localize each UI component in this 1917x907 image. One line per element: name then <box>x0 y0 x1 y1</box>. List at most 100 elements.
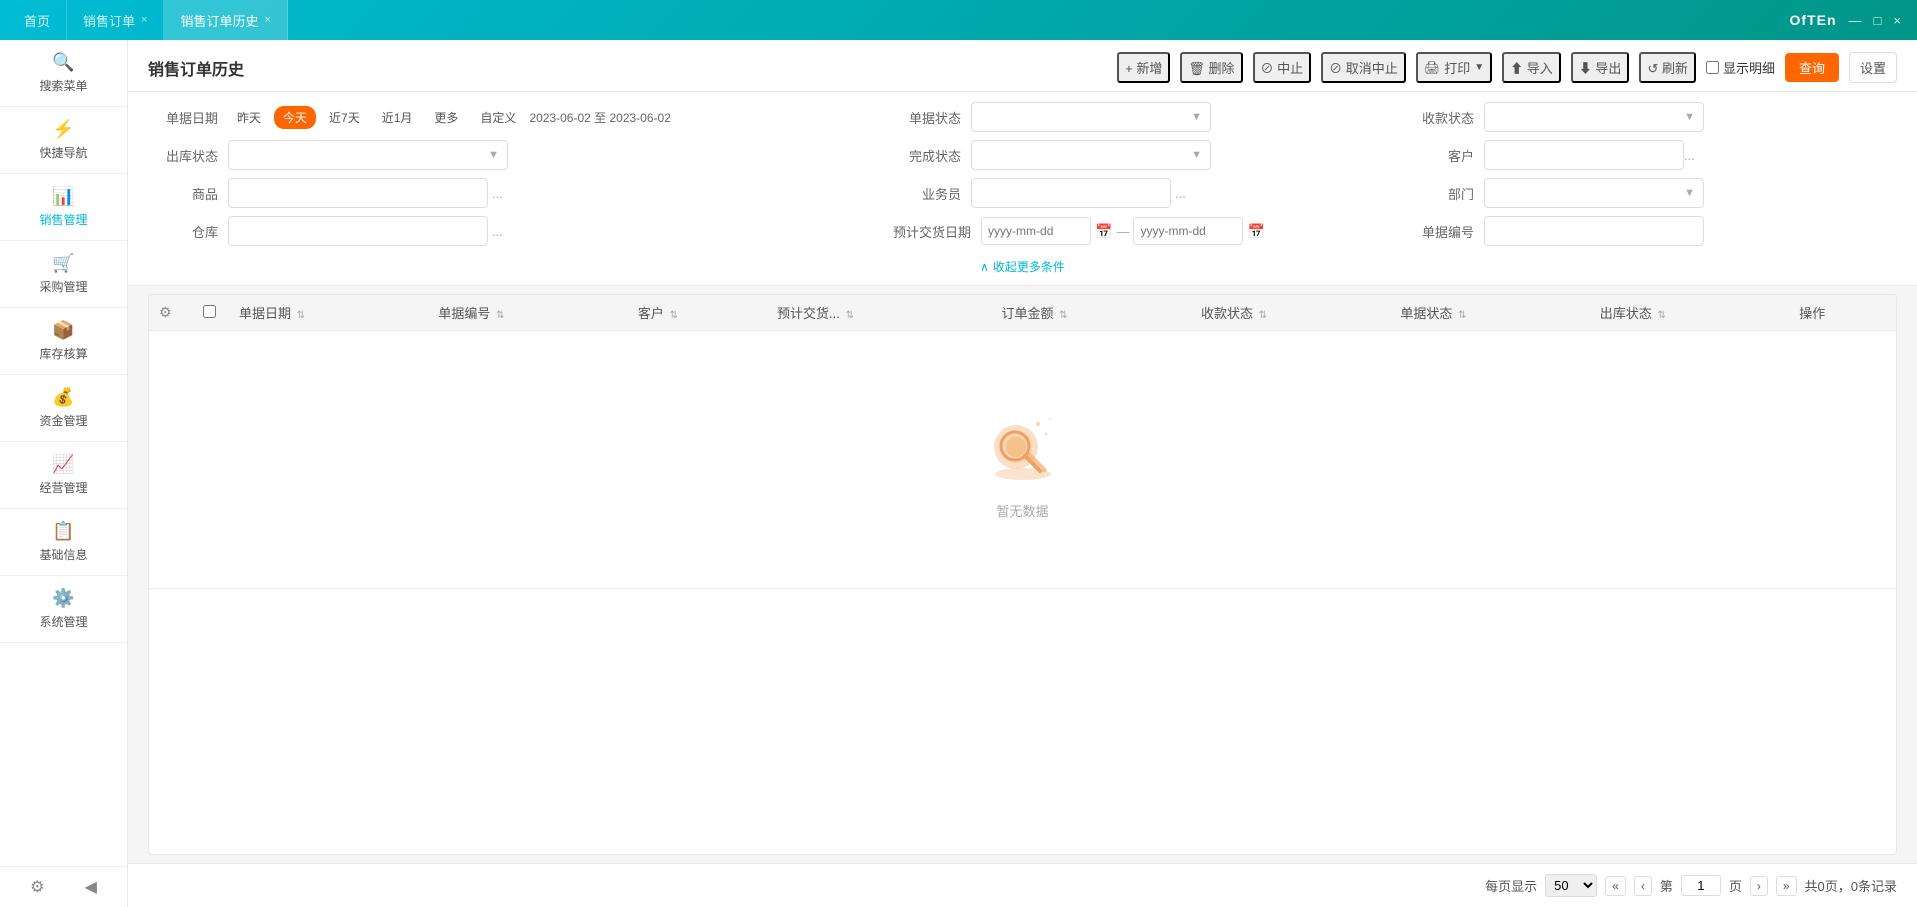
finance-icon: 💰 <box>52 387 74 408</box>
window-controls: OfTEn — □ × <box>1790 12 1909 28</box>
outbound-arrow: ▼ <box>488 149 499 161</box>
date-btn-today[interactable]: 今天 <box>274 106 316 129</box>
sidebar-label-operations: 经营管理 <box>39 479 87 496</box>
table-col-date: 单据日期 ⇅ <box>229 295 428 331</box>
product-dots[interactable]: ... <box>492 186 503 201</box>
delete-button[interactable]: 🗑 删除 <box>1180 52 1242 83</box>
collapse-up-icon: ∧ <box>980 260 989 274</box>
refresh-button[interactable]: ↺ 刷新 <box>1639 52 1696 83</box>
date-btn-yesterday[interactable]: 昨天 <box>228 106 270 129</box>
delivery-date-picker: 📅 — 📅 <box>981 217 1265 245</box>
next-page-btn[interactable]: › <box>1750 876 1768 896</box>
department-select[interactable]: ▼ <box>1484 178 1704 208</box>
warehouse-dots[interactable]: ... <box>492 224 503 239</box>
customer-input[interactable] <box>1484 140 1684 170</box>
stop-button[interactable]: ⊘ 中止 <box>1253 52 1312 83</box>
query-button[interactable]: 查询 <box>1785 53 1839 82</box>
sort-date-icon[interactable]: ⇅ <box>297 310 305 321</box>
filter-cell-payment-status: 收款状态 ▼ <box>1384 102 1897 132</box>
prev-page-btn[interactable]: ‹ <box>1634 876 1652 896</box>
sort-payment-icon[interactable]: ⇅ <box>1259 310 1267 321</box>
export-button[interactable]: ⬇ 导出 <box>1571 52 1630 83</box>
sidebar-item-operations[interactable]: 📈 经营管理 <box>0 442 127 509</box>
bill-number-label: 单据编号 <box>1404 222 1484 241</box>
calendar-to-icon[interactable]: 📅 <box>1247 223 1264 240</box>
tab-home[interactable]: 首页 <box>8 0 67 40</box>
salesperson-input[interactable] <box>971 178 1171 208</box>
sidebar-item-quick-nav[interactable]: ⚡ 快捷导航 <box>0 107 127 174</box>
page-number-input[interactable] <box>1681 875 1721 896</box>
sidebar-item-purchase-mgmt[interactable]: 🛒 采购管理 <box>0 241 127 308</box>
table-area: ⚙ 单据日期 ⇅ 单据编号 ⇅ <box>148 294 1897 855</box>
payment-status-select[interactable]: ▼ <box>1484 102 1704 132</box>
customer-dots[interactable]: ... <box>1684 148 1695 163</box>
collapse-bar[interactable]: ∧ 收起更多条件 <box>148 254 1897 275</box>
sidebar-bottom: ⚙ ◀ <box>0 866 127 907</box>
sort-delivery-icon[interactable]: ⇅ <box>845 310 853 321</box>
minimize-btn[interactable]: — <box>1849 13 1862 28</box>
calendar-from-icon[interactable]: 📅 <box>1095 223 1112 240</box>
tab-close-sales-history[interactable]: × <box>264 14 270 26</box>
filter-cell-salesperson: 业务员 ... <box>871 178 1384 208</box>
bill-number-input[interactable] <box>1484 216 1704 246</box>
sidebar-item-finance[interactable]: 💰 资金管理 <box>0 375 127 442</box>
filter-cell-delivery-date: 预计交货日期 📅 — 📅 <box>871 217 1384 245</box>
filter-cell-warehouse: 仓库 ... <box>148 216 871 246</box>
maximize-btn[interactable]: □ <box>1874 13 1882 28</box>
inventory-icon: 📦 <box>52 320 74 341</box>
sidebar-item-system[interactable]: ⚙️ 系统管理 <box>0 576 127 643</box>
date-btn-custom[interactable]: 自定义 <box>471 106 525 129</box>
basic-info-icon: 📋 <box>52 521 74 542</box>
salesperson-dots[interactable]: ... <box>1175 186 1186 201</box>
empty-state: 暂无数据 <box>159 339 1886 580</box>
table-col-customer: 客户 ⇅ <box>628 295 767 331</box>
show-detail-checkbox[interactable] <box>1706 61 1719 74</box>
table-settings-icon[interactable]: ⚙ <box>159 304 172 320</box>
sidebar-item-basic-info[interactable]: 📋 基础信息 <box>0 509 127 576</box>
sort-outbound-icon[interactable]: ⇅ <box>1657 310 1665 321</box>
warehouse-input[interactable] <box>228 216 488 246</box>
sort-bill-icon[interactable]: ⇅ <box>1458 310 1466 321</box>
select-all-checkbox[interactable] <box>203 305 216 318</box>
tab-sales-history[interactable]: 销售订单历史 × <box>164 0 287 40</box>
show-detail-label[interactable]: 显示明细 <box>1706 58 1775 77</box>
customer-label: 客户 <box>1404 146 1484 165</box>
delivery-date-from-input[interactable] <box>981 217 1091 245</box>
sidebar-item-sales-mgmt[interactable]: 📊 销售管理 <box>0 174 127 241</box>
table-col-settings: ⚙ <box>149 295 193 331</box>
product-input[interactable] <box>228 178 488 208</box>
close-btn[interactable]: × <box>1893 13 1901 28</box>
sort-amount-icon[interactable]: ⇅ <box>1059 310 1067 321</box>
warehouse-label: 仓库 <box>148 222 228 241</box>
last-page-btn[interactable]: » <box>1776 876 1797 896</box>
bill-status-select[interactable]: ▼ <box>971 102 1211 132</box>
sidebar-item-inventory[interactable]: 📦 库存核算 <box>0 308 127 375</box>
sort-number-icon[interactable]: ⇅ <box>496 310 504 321</box>
date-btn-1month[interactable]: 近1月 <box>373 106 422 129</box>
bill-status-arrow: ▼ <box>1191 111 1202 123</box>
sidebar-collapse-icon[interactable]: ◀ <box>85 877 97 897</box>
new-button[interactable]: + 新增 <box>1117 52 1170 83</box>
print-button[interactable]: 🖨 🖨 打印 打印 ▼ <box>1416 52 1492 83</box>
settings-button[interactable]: 设置 <box>1849 52 1897 83</box>
filter-row-4: 仓库 ... 预计交货日期 📅 — 📅 单据编号 <box>148 216 1897 246</box>
delivery-date-to-input[interactable] <box>1133 217 1243 245</box>
outbound-status-select[interactable]: ▼ <box>228 140 508 170</box>
first-page-btn[interactable]: « <box>1605 876 1626 896</box>
filter-cell-date: 单据日期 昨天 今天 近7天 近1月 更多 自定义 2023-06-02 至 2… <box>148 106 871 129</box>
sort-customer-icon[interactable]: ⇅ <box>669 310 677 321</box>
date-btn-7days[interactable]: 近7天 <box>320 106 369 129</box>
page-title: 销售订单历史 <box>148 56 244 80</box>
search-menu-icon: 🔍 <box>52 52 74 73</box>
collapse-label: 收起更多条件 <box>993 258 1065 275</box>
page-size-select[interactable]: 50 10 20 100 <box>1545 874 1597 897</box>
tab-close-sales-order[interactable]: × <box>141 14 147 26</box>
sidebar-settings-icon[interactable]: ⚙ <box>30 877 44 897</box>
date-btn-more[interactable]: 更多 <box>425 106 467 129</box>
sidebar-label-purchase-mgmt: 采购管理 <box>39 278 87 295</box>
cancel-stop-button[interactable]: ⊘ 取消中止 <box>1321 52 1406 83</box>
tab-sales-order[interactable]: 销售订单 × <box>67 0 164 40</box>
sidebar-item-search-menu[interactable]: 🔍 搜索菜单 <box>0 40 127 107</box>
import-button[interactable]: ⬆ 导入 <box>1502 52 1561 83</box>
complete-status-select[interactable]: ▼ <box>971 140 1211 170</box>
